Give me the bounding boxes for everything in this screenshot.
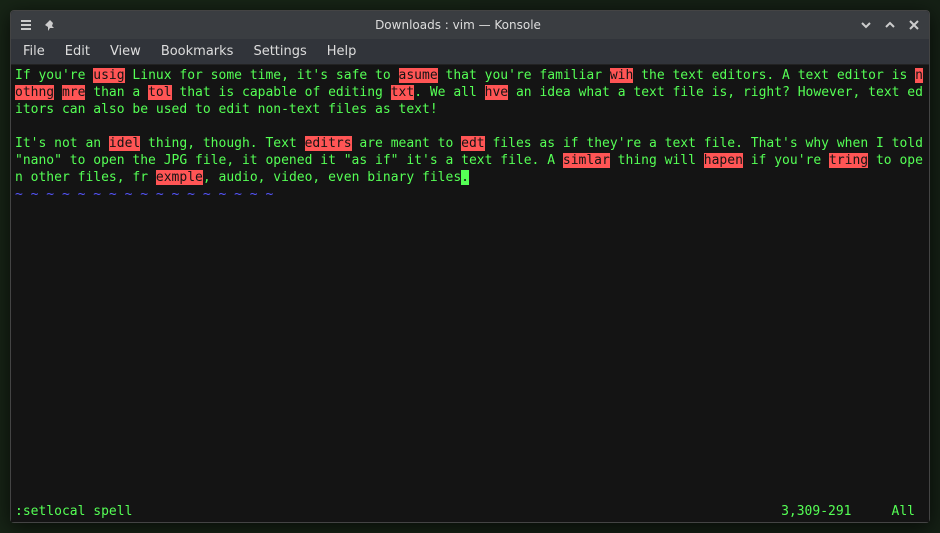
misspelled-word: simlar	[563, 153, 610, 168]
menu-help[interactable]: Help	[327, 44, 357, 59]
pin-icon[interactable]	[43, 18, 57, 32]
misspelled-word: usig	[93, 68, 124, 83]
menubar: File Edit View Bookmarks Settings Help	[11, 39, 929, 65]
window-title: Downloads : vim — Konsole	[57, 18, 859, 32]
misspelled-word: tring	[829, 153, 868, 168]
cursor: .	[461, 170, 469, 185]
terminal-area[interactable]: If you're usig Linux for some time, it's…	[11, 65, 929, 522]
konsole-window: Downloads : vim — Konsole File Edit View…	[10, 10, 930, 523]
misspelled-word: editrs	[305, 136, 352, 151]
empty-line-tildes: ~ ~ ~ ~ ~ ~ ~ ~ ~ ~ ~ ~ ~ ~ ~ ~ ~	[15, 186, 925, 203]
misspelled-word: mre	[62, 85, 85, 100]
status-position: 3,309-291	[781, 503, 851, 520]
titlebar: Downloads : vim — Konsole	[11, 11, 929, 39]
misspelled-word: hapen	[704, 153, 743, 168]
menu-settings[interactable]: Settings	[253, 44, 306, 59]
status-command: :setlocal spell	[15, 503, 781, 520]
misspelled-word: wih	[610, 68, 633, 83]
menu-bookmarks[interactable]: Bookmarks	[161, 44, 234, 59]
misspelled-word: hve	[485, 85, 508, 100]
status-percent: All	[892, 503, 915, 520]
menu-file[interactable]: File	[23, 44, 45, 59]
close-icon[interactable]	[907, 18, 921, 32]
misspelled-word: edt	[461, 136, 484, 151]
vim-statusline: :setlocal spell 3,309-291 All	[15, 503, 925, 520]
misspelled-word: tol	[148, 85, 171, 100]
misspelled-word: txt	[391, 85, 414, 100]
app-menu-icon[interactable]	[19, 18, 33, 32]
menu-view[interactable]: View	[110, 44, 141, 59]
misspelled-word: exmple	[156, 170, 203, 185]
maximize-icon[interactable]	[883, 18, 897, 32]
menu-edit[interactable]: Edit	[65, 44, 90, 59]
misspelled-word: idel	[109, 136, 140, 151]
misspelled-word: asume	[399, 68, 438, 83]
minimize-icon[interactable]	[859, 18, 873, 32]
editor-buffer: If you're usig Linux for some time, it's…	[15, 67, 925, 186]
